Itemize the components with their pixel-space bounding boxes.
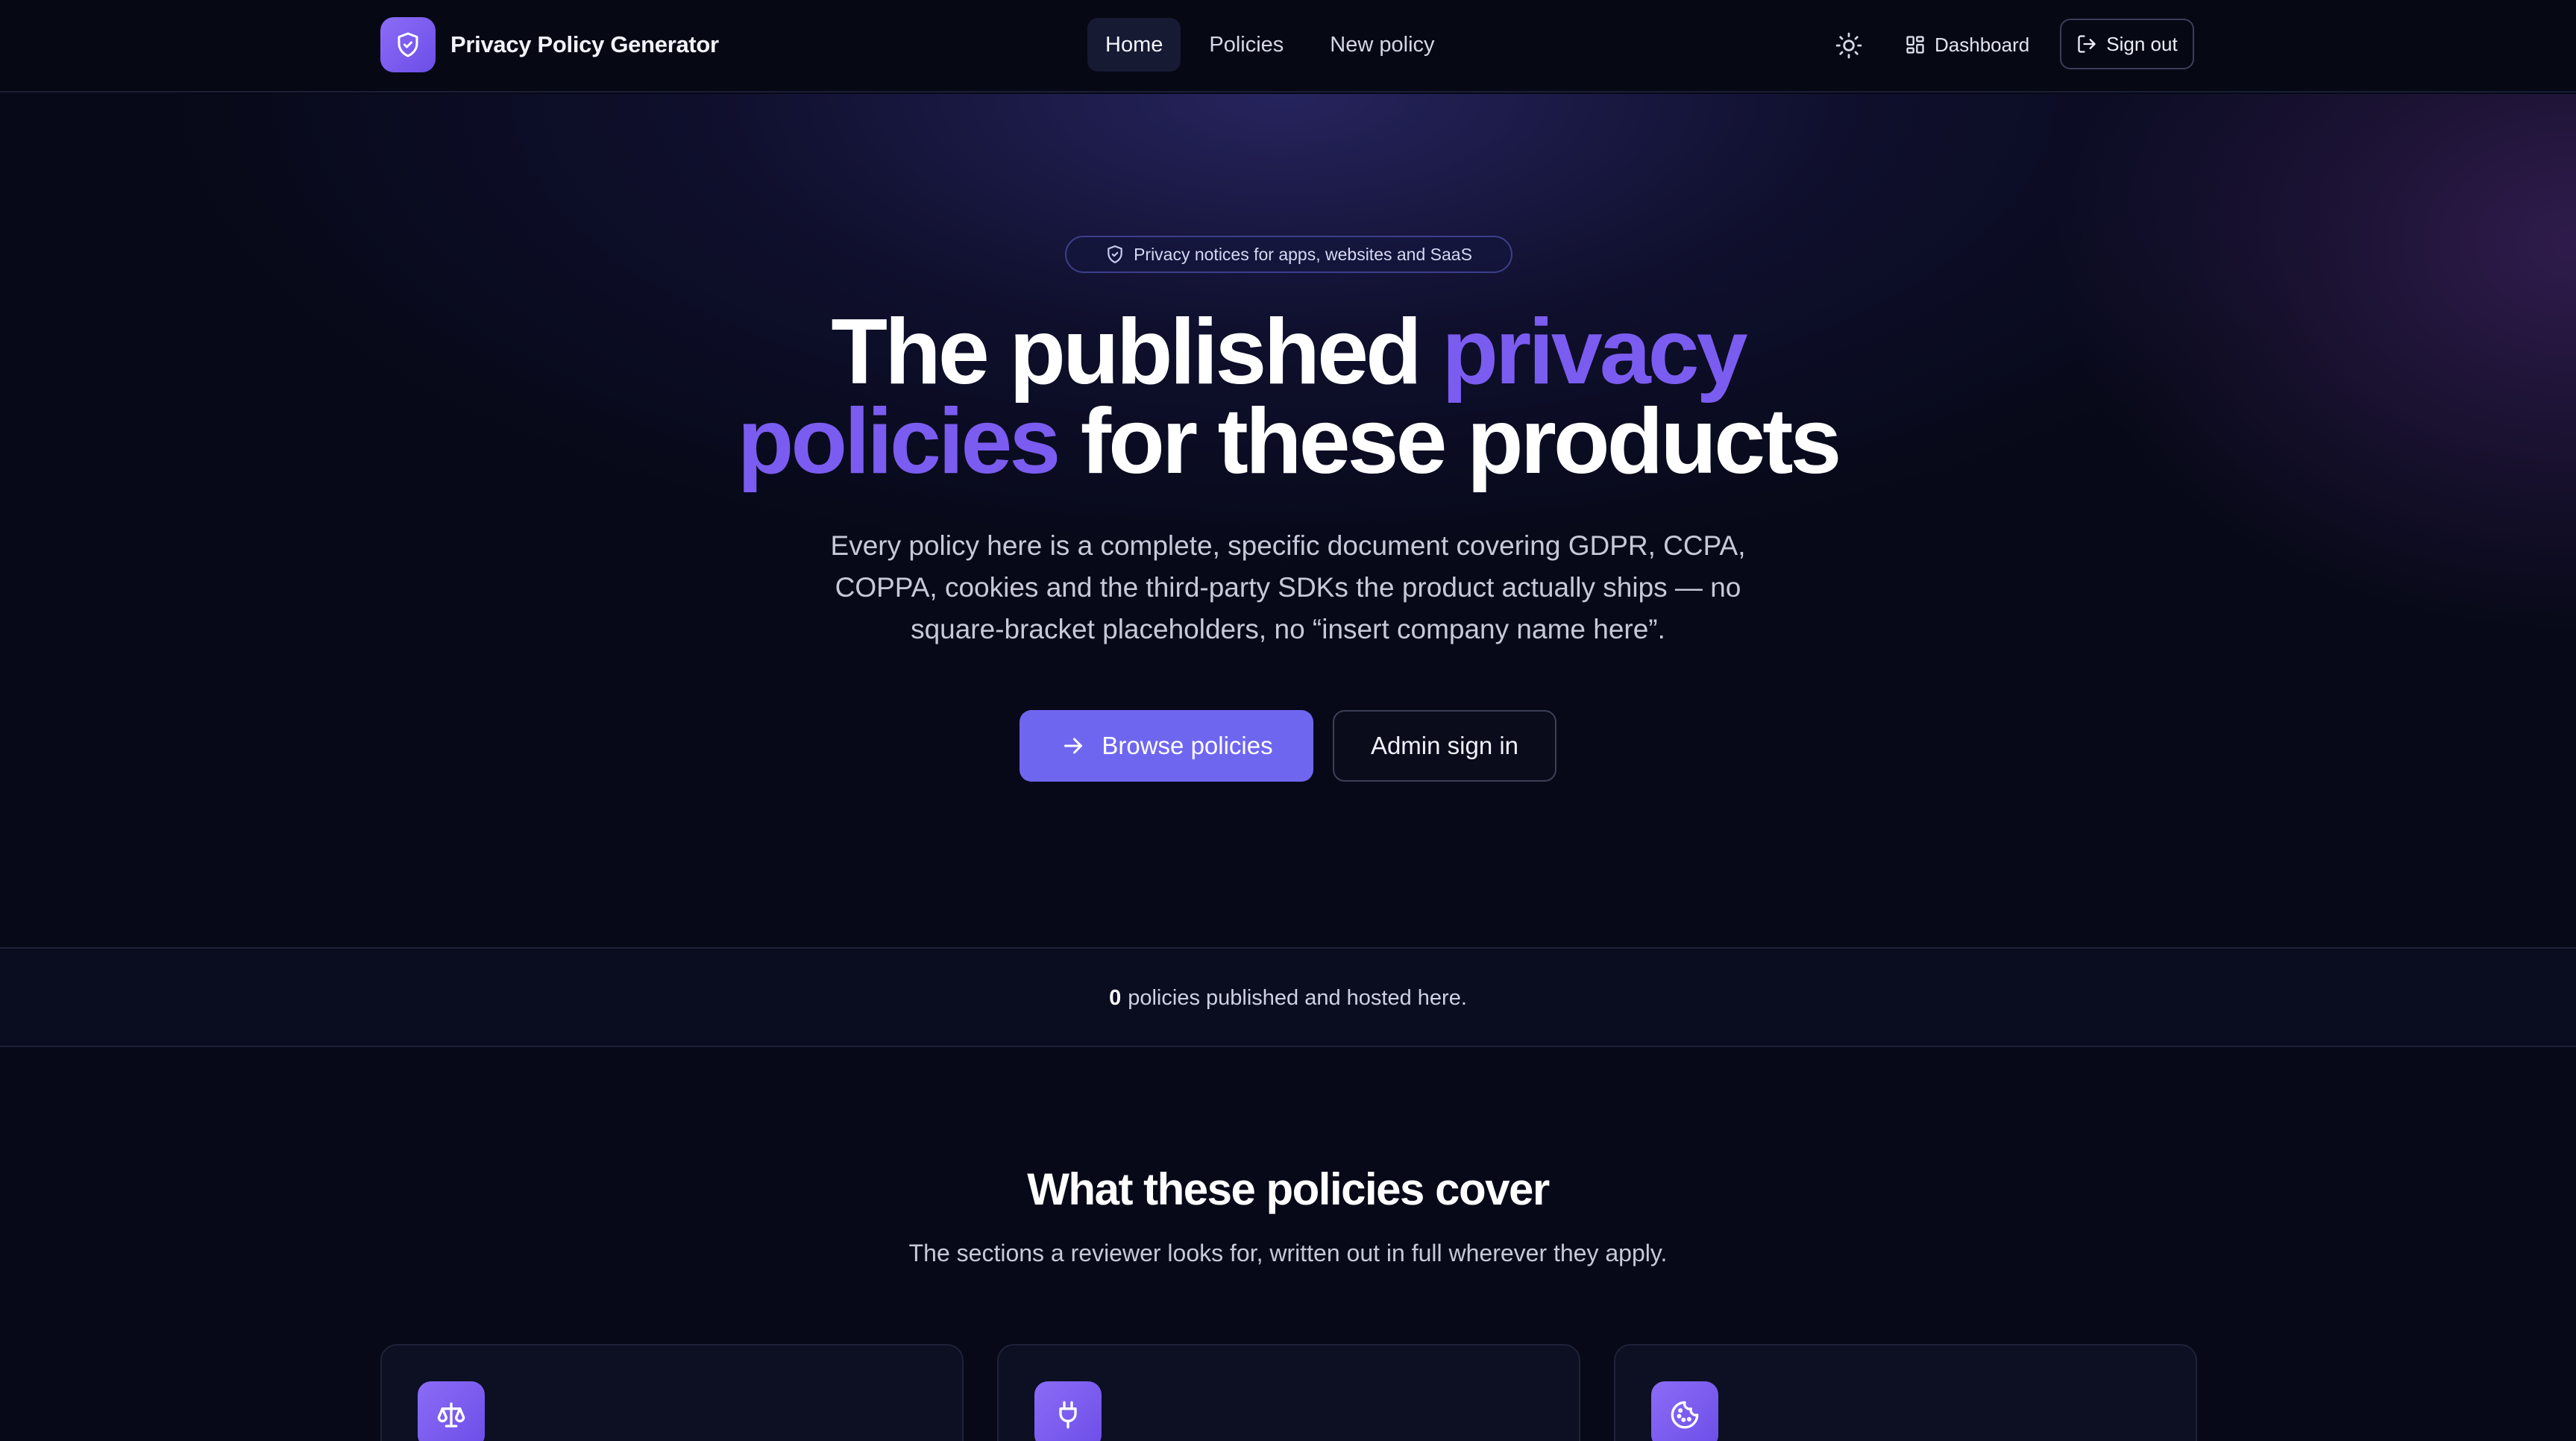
hero-title-accent2: policies bbox=[737, 390, 1061, 493]
shield-check-icon bbox=[1108, 245, 1122, 263]
features-subtitle: The sections a reviewer looks for, writt… bbox=[908, 1240, 1668, 1266]
arrow-right-icon bbox=[1064, 738, 1083, 754]
hero-badge: Privacy notices for apps, websites and S… bbox=[1065, 236, 1512, 273]
hero-title-part2: for these products bbox=[1058, 390, 1842, 493]
browse-policies-button[interactable]: Browse policies bbox=[1020, 710, 1313, 782]
shield-logo-icon bbox=[380, 17, 436, 72]
dashboard-label: Dashboard bbox=[1935, 33, 2030, 56]
log-out-icon bbox=[2078, 35, 2096, 53]
brand[interactable]: Privacy Policy Generator bbox=[380, 17, 719, 72]
nav-policies[interactable]: Policies bbox=[1191, 18, 1301, 72]
hero-actions: Browse policies Admin sign in bbox=[0, 710, 2576, 785]
sign-out-button[interactable]: Sign out bbox=[2060, 19, 2194, 69]
hero-title-part1: The published bbox=[831, 301, 1442, 404]
nav-home[interactable]: Home bbox=[1087, 18, 1181, 72]
admin-sign-in-button[interactable]: Admin sign in bbox=[1333, 710, 1556, 782]
sign-out-label: Sign out bbox=[2106, 32, 2178, 55]
top-navbar: Privacy Policy Generator Home Policies N… bbox=[0, 0, 2576, 92]
dashboard-link[interactable]: Dashboard bbox=[1894, 18, 2040, 72]
hero-title-accent1: privacy bbox=[1442, 301, 1747, 404]
features-title: What these policies cover bbox=[1027, 1164, 1550, 1214]
stats-text: policies published and hosted here. bbox=[1128, 985, 1467, 1010]
hero-title: The published privacy policies for these… bbox=[0, 306, 2576, 488]
scale-icon bbox=[418, 1381, 485, 1441]
feature-card bbox=[1614, 1344, 2197, 1441]
stats-bar: 0 policies published and hosted here. bbox=[0, 950, 2576, 1047]
admin-sign-in-label: Admin sign in bbox=[1370, 732, 1519, 759]
cookie-icon bbox=[1651, 1381, 1718, 1441]
nav-new-policy[interactable]: New policy bbox=[1312, 18, 1452, 72]
plug-icon bbox=[1034, 1381, 1102, 1441]
dashboard-grid-icon bbox=[1906, 36, 1924, 54]
policies-count: 0 bbox=[1109, 985, 1122, 1010]
hero-badge-text: Privacy notices for apps, websites and S… bbox=[1134, 244, 1472, 264]
browse-policies-label: Browse policies bbox=[1102, 732, 1273, 759]
theme-toggle-button[interactable] bbox=[1830, 27, 1867, 64]
main-nav: Home Policies New policy bbox=[1087, 18, 1453, 72]
feature-card bbox=[997, 1344, 1580, 1441]
feature-card bbox=[380, 1344, 964, 1441]
hero-subtitle: Every policy here is a complete, specifi… bbox=[830, 530, 1746, 644]
brand-name: Privacy Policy Generator bbox=[450, 31, 719, 57]
hero-section: Privacy notices for apps, websites and S… bbox=[0, 94, 2576, 949]
sun-icon bbox=[1835, 32, 1862, 59]
